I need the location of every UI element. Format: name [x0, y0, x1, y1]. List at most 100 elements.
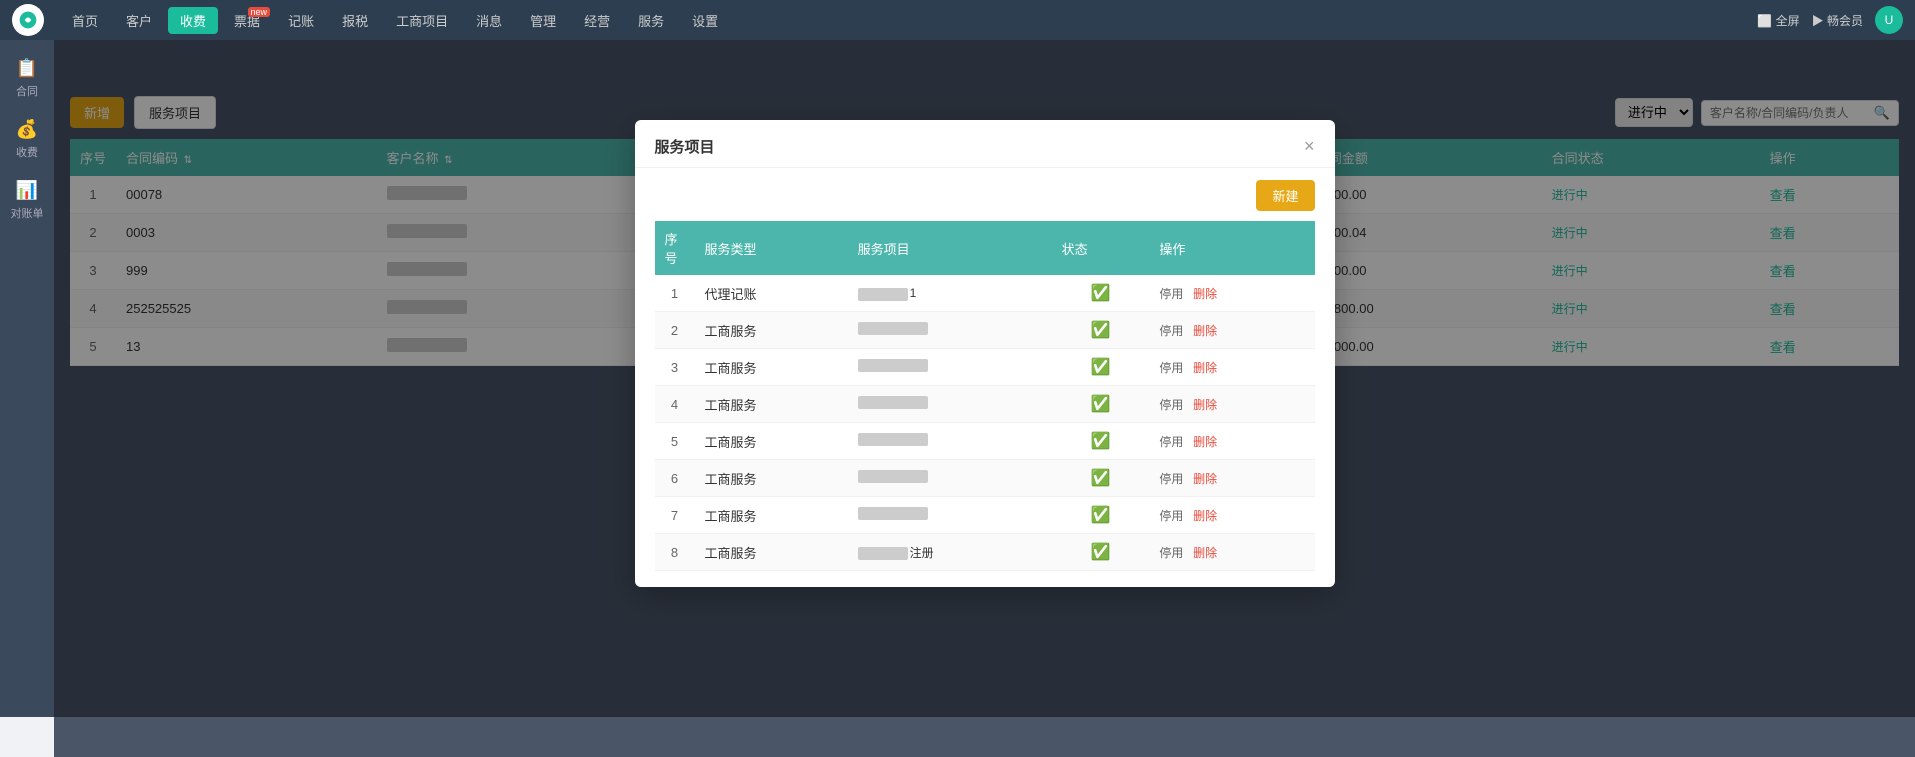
nav-customer[interactable]: 客户	[114, 7, 164, 34]
modal-cell-item	[848, 349, 1052, 386]
modal-cell-seq: 3	[655, 349, 695, 386]
nav-invoice[interactable]: 票据 new	[222, 7, 272, 34]
nav-service[interactable]: 服务	[626, 7, 676, 34]
modal-overlay: 服务项目 × 新建 序号 服务类型 服务项目 状态 操作 1	[54, 40, 1915, 717]
delete-button[interactable]: 删除	[1193, 398, 1217, 412]
status-check-icon: ✅	[1091, 507, 1111, 524]
modal-body: 新建 序号 服务类型 服务项目 状态 操作 1 代理记账 1 ✅ 停用	[635, 168, 1335, 587]
modal-cell-status: ✅	[1052, 497, 1150, 534]
modal-cell-status: ✅	[1052, 386, 1150, 423]
service-items-modal: 服务项目 × 新建 序号 服务类型 服务项目 状态 操作 1	[635, 120, 1335, 587]
sidebar-item-contract[interactable]: 📋 合同	[0, 48, 54, 109]
nav-home[interactable]: 首页	[60, 7, 110, 34]
modal-title: 服务项目	[655, 136, 715, 157]
delete-button[interactable]: 删除	[1193, 509, 1217, 523]
nav-message[interactable]: 消息	[464, 7, 514, 34]
modal-cell-type: 工商服务	[695, 534, 848, 571]
status-check-icon: ✅	[1091, 396, 1111, 413]
sidebar: 📋 合同 💰 收费 📊 对账单	[0, 40, 54, 717]
modal-cell-item	[848, 312, 1052, 349]
modal-header: 服务项目 ×	[635, 120, 1335, 168]
modal-table-row: 1 代理记账 1 ✅ 停用 删除	[655, 275, 1315, 312]
modal-table-row: 3 工商服务 ✅ 停用 删除	[655, 349, 1315, 386]
modal-cell-action: 停用 删除	[1149, 386, 1314, 423]
delete-button[interactable]: 删除	[1193, 324, 1217, 338]
modal-th-status: 状态	[1052, 221, 1150, 275]
logo	[12, 4, 44, 36]
modal-cell-item: 1	[848, 275, 1052, 312]
stop-button[interactable]: 停用	[1159, 324, 1183, 338]
vip-btn[interactable]: ▶ 畅会员	[1812, 12, 1863, 29]
nav-badge-new: new	[248, 7, 271, 17]
modal-cell-seq: 1	[655, 275, 695, 312]
modal-new-button[interactable]: 新建	[1256, 180, 1314, 211]
delete-button[interactable]: 删除	[1193, 361, 1217, 375]
modal-cell-type: 工商服务	[695, 497, 848, 534]
nav-tax[interactable]: 报税	[330, 7, 380, 34]
modal-cell-seq: 8	[655, 534, 695, 571]
modal-cell-seq: 6	[655, 460, 695, 497]
modal-cell-seq: 5	[655, 423, 695, 460]
nav-charge[interactable]: 收费	[168, 7, 218, 34]
nav-manage[interactable]: 管理	[518, 7, 568, 34]
sidebar-item-reconcile[interactable]: 📊 对账单	[0, 170, 54, 231]
sidebar-label-contract: 合同	[16, 83, 38, 99]
top-nav-right: ⬜ 全屏 ▶ 畅会员 U	[1757, 6, 1903, 34]
modal-header-row: 序号 服务类型 服务项目 状态 操作	[655, 221, 1315, 275]
modal-cell-seq: 7	[655, 497, 695, 534]
fullscreen-btn[interactable]: ⬜ 全屏	[1757, 12, 1799, 29]
nav-operation[interactable]: 经营	[572, 7, 622, 34]
modal-cell-type: 工商服务	[695, 460, 848, 497]
contract-icon: 📋	[16, 58, 38, 79]
modal-cell-type: 代理记账	[695, 275, 848, 312]
modal-cell-action: 停用 删除	[1149, 460, 1314, 497]
modal-table-row: 5 工商服务 ✅ 停用 删除	[655, 423, 1315, 460]
modal-cell-item	[848, 386, 1052, 423]
stop-button[interactable]: 停用	[1159, 435, 1183, 449]
status-check-icon: ✅	[1091, 544, 1111, 561]
modal-cell-item	[848, 460, 1052, 497]
modal-cell-item	[848, 423, 1052, 460]
charge-icon: 💰	[16, 119, 38, 140]
modal-th-seq: 序号	[655, 221, 695, 275]
modal-table-row: 7 工商服务 ✅ 停用 删除	[655, 497, 1315, 534]
top-navigation: 首页 客户 收费 票据 new 记账 报税 工商项目 消息 管理 经营 服务 设…	[0, 0, 1915, 40]
modal-cell-status: ✅	[1052, 275, 1150, 312]
stop-button[interactable]: 停用	[1159, 398, 1183, 412]
nav-industry[interactable]: 工商项目	[384, 7, 460, 34]
modal-th-item: 服务项目	[848, 221, 1052, 275]
avatar[interactable]: U	[1875, 6, 1903, 34]
nav-settings[interactable]: 设置	[680, 7, 730, 34]
modal-cell-type: 工商服务	[695, 386, 848, 423]
delete-button[interactable]: 删除	[1193, 435, 1217, 449]
modal-cell-action: 停用 删除	[1149, 423, 1314, 460]
status-check-icon: ✅	[1091, 322, 1111, 339]
delete-button[interactable]: 删除	[1193, 546, 1217, 560]
modal-cell-item: 注册	[848, 534, 1052, 571]
stop-button[interactable]: 停用	[1159, 546, 1183, 560]
reconcile-icon: 📊	[16, 180, 38, 201]
modal-table: 序号 服务类型 服务项目 状态 操作 1 代理记账 1 ✅ 停用 删除 2 工商…	[655, 221, 1315, 571]
nav-items: 首页 客户 收费 票据 new 记账 报税 工商项目 消息 管理 经营 服务 设…	[60, 7, 1757, 34]
stop-button[interactable]: 停用	[1159, 509, 1183, 523]
modal-table-row: 2 工商服务 ✅ 停用 删除	[655, 312, 1315, 349]
modal-toolbar: 新建	[655, 180, 1315, 211]
modal-cell-action: 停用 删除	[1149, 497, 1314, 534]
stop-button[interactable]: 停用	[1159, 287, 1183, 301]
delete-button[interactable]: 删除	[1193, 287, 1217, 301]
stop-button[interactable]: 停用	[1159, 361, 1183, 375]
modal-close-button[interactable]: ×	[1304, 136, 1315, 157]
modal-table-row: 6 工商服务 ✅ 停用 删除	[655, 460, 1315, 497]
status-check-icon: ✅	[1091, 433, 1111, 450]
modal-table-row: 8 工商服务 注册 ✅ 停用 删除	[655, 534, 1315, 571]
sidebar-item-charge[interactable]: 💰 收费	[0, 109, 54, 170]
sidebar-label-charge: 收费	[16, 144, 38, 160]
nav-bookkeeping[interactable]: 记账	[276, 7, 326, 34]
status-check-icon: ✅	[1091, 285, 1111, 302]
modal-cell-type: 工商服务	[695, 423, 848, 460]
modal-cell-status: ✅	[1052, 312, 1150, 349]
modal-cell-type: 工商服务	[695, 312, 848, 349]
stop-button[interactable]: 停用	[1159, 472, 1183, 486]
delete-button[interactable]: 删除	[1193, 472, 1217, 486]
modal-cell-item	[848, 497, 1052, 534]
